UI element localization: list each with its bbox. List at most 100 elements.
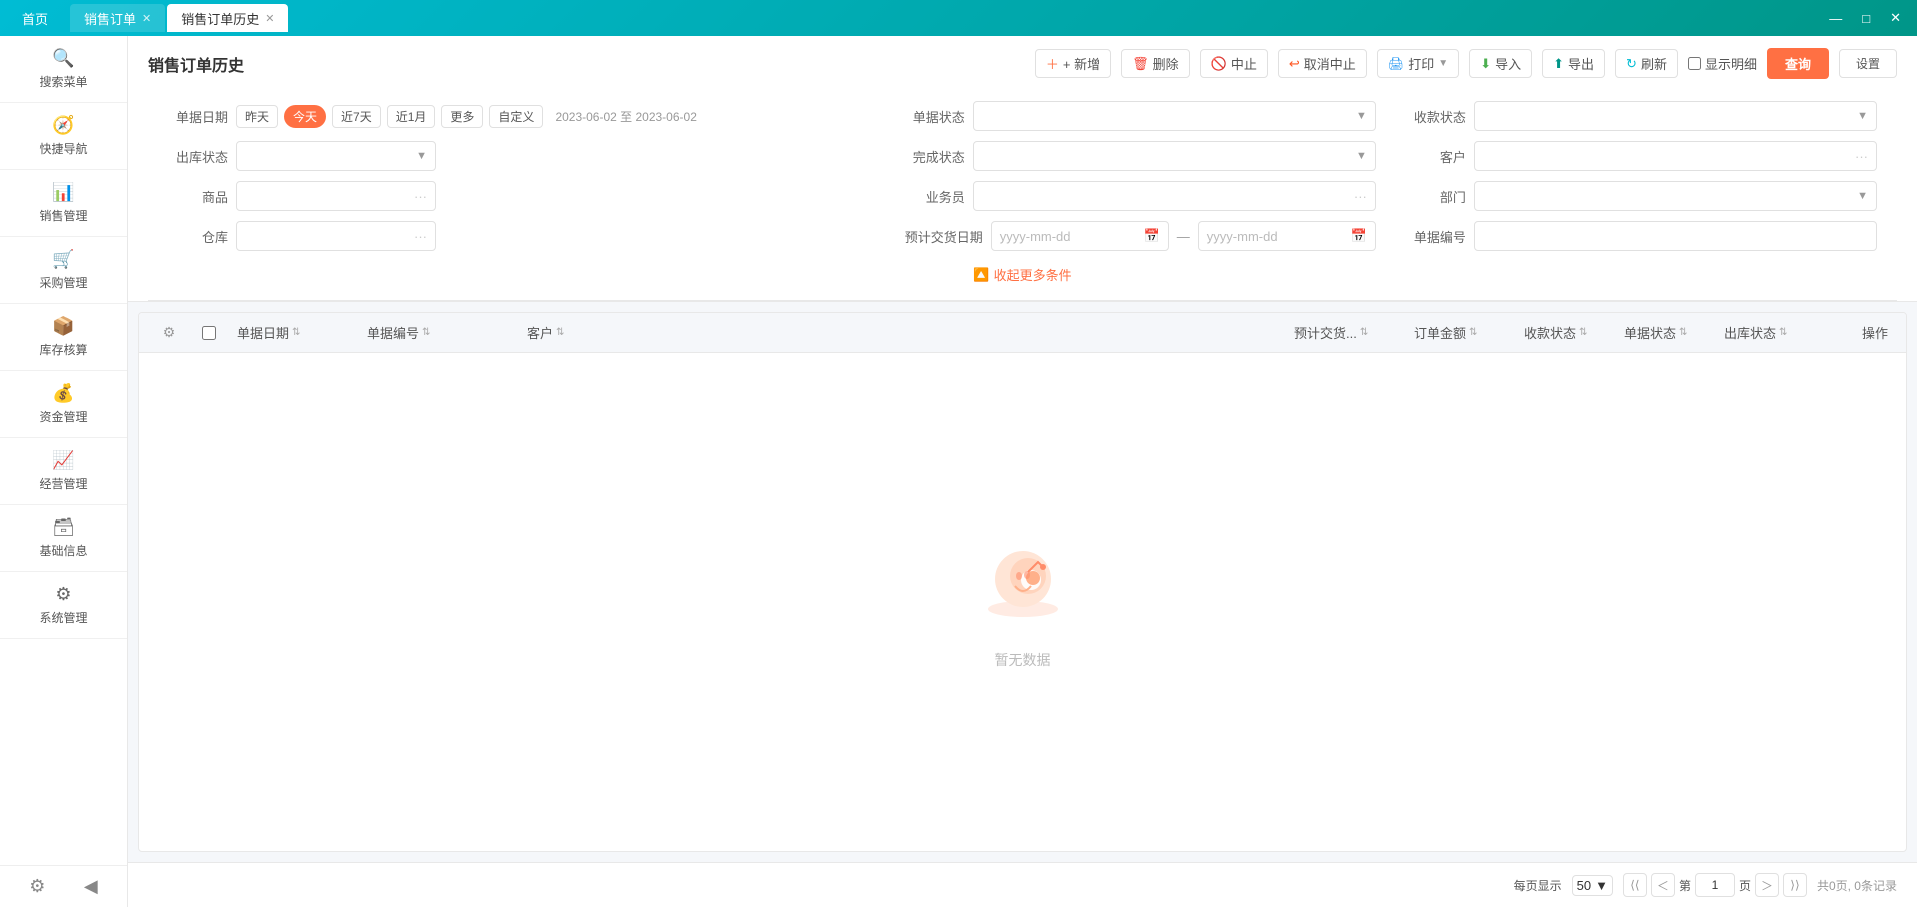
delivery-date-start[interactable]: yyyy-mm-dd 📅: [991, 221, 1169, 251]
salesman-control[interactable]: ···: [973, 181, 1376, 211]
doc-status-control[interactable]: ▼: [973, 101, 1376, 131]
col-outstatus-sort[interactable]: ⇅: [1779, 327, 1787, 338]
col-delivery-header[interactable]: 预计交货... ⇅: [1286, 323, 1406, 342]
col-amount-header[interactable]: 订单金额 ⇅: [1406, 323, 1516, 342]
sidebar-collapse-icon[interactable]: ◀: [84, 876, 98, 897]
date-btn-today[interactable]: 今天: [284, 105, 326, 128]
col-docstatus-header[interactable]: 单据状态 ⇅: [1616, 323, 1716, 342]
tab-sales-order-history[interactable]: 销售订单历史 ✕: [167, 4, 288, 32]
close-window-icon[interactable]: ✕: [1884, 10, 1907, 26]
date-btn-custom[interactable]: 自定义: [489, 105, 543, 128]
table-area: ⚙ 单据日期 ⇅ 单据编号 ⇅ 客户 ⇅ 预计交货...: [138, 312, 1907, 852]
complete-status-control[interactable]: ▼: [973, 141, 1376, 171]
sidebar-item-basic[interactable]: 🗃 基础信息: [0, 505, 127, 572]
warehouse-input[interactable]: ···: [236, 221, 436, 251]
print-dropdown-icon[interactable]: ▼: [1438, 58, 1448, 69]
empty-state-icon: [973, 534, 1073, 634]
date-btn-7days[interactable]: 近7天: [332, 105, 381, 128]
customer-input[interactable]: ···: [1474, 141, 1877, 171]
sidebar-item-system[interactable]: ⚙ 系统管理: [0, 572, 127, 639]
table-footer: 每页显示 50 ▼ ⟨⟨ ＜ 第 页 ＞ ⟩⟩ 共0页, 0条记录: [128, 862, 1917, 907]
last-page-btn[interactable]: ⟩⟩: [1783, 873, 1807, 897]
col-date-sort[interactable]: ⇅: [292, 327, 300, 338]
display-toggle[interactable]: 显示明细: [1688, 54, 1757, 73]
col-outstatus-header[interactable]: 出库状态 ⇅: [1716, 323, 1816, 342]
collapse-row[interactable]: 🔼 收起更多条件: [168, 261, 1877, 288]
sidebar-bottom: ⚙ ◀: [0, 865, 127, 907]
out-status-select[interactable]: ▼: [236, 141, 436, 171]
col-amount-sort[interactable]: ⇅: [1469, 327, 1477, 338]
complete-status-select[interactable]: ▼: [973, 141, 1376, 171]
maximize-icon[interactable]: □: [1856, 11, 1876, 26]
customer-control[interactable]: ···: [1474, 141, 1877, 171]
salesman-label: 业务员: [905, 187, 965, 206]
dept-select[interactable]: ▼: [1474, 181, 1877, 211]
delete-button[interactable]: 🗑 删除: [1121, 49, 1190, 78]
salesman-input[interactable]: ···: [973, 181, 1376, 211]
new-button[interactable]: ＋ + 新增: [1035, 49, 1111, 78]
doc-no-control[interactable]: [1474, 221, 1877, 251]
col-receipt-header[interactable]: 收款状态 ⇅: [1516, 323, 1616, 342]
col-docno-sort[interactable]: ⇅: [422, 327, 430, 338]
goods-control[interactable]: ···: [236, 181, 875, 211]
delivery-date-label: 预计交货日期: [905, 227, 983, 246]
calendar-end-icon[interactable]: 📅: [1351, 228, 1367, 244]
tab-sales-order-history-close[interactable]: ✕: [265, 12, 274, 25]
sidebar-item-quicknav[interactable]: 🧭 快捷导航: [0, 103, 127, 170]
settings-button[interactable]: 设置: [1839, 49, 1897, 78]
receipt-status-control[interactable]: ▼: [1474, 101, 1877, 131]
tab-sales-order[interactable]: 销售订单 ✕: [70, 4, 165, 32]
delivery-end-placeholder: yyyy-mm-dd: [1207, 229, 1278, 244]
home-tab[interactable]: 首页: [10, 4, 60, 32]
doc-status-select[interactable]: ▼: [973, 101, 1376, 131]
cancel-stop-button[interactable]: ↩ 取消中止: [1278, 49, 1367, 78]
prev-page-btn[interactable]: ＜: [1651, 873, 1675, 897]
col-docstatus-sort[interactable]: ⇅: [1679, 327, 1687, 338]
sidebar-item-finance[interactable]: 💰 资金管理: [0, 371, 127, 438]
warehouse-control[interactable]: ···: [236, 221, 875, 251]
collapse-label: 🔼 收起更多条件: [973, 265, 1071, 284]
first-page-btn[interactable]: ⟨⟨: [1623, 873, 1647, 897]
query-button[interactable]: 查询: [1767, 48, 1829, 79]
sidebar-item-purchase[interactable]: 🛒 采购管理: [0, 237, 127, 304]
tab-sales-order-close[interactable]: ✕: [142, 12, 151, 25]
refresh-button[interactable]: ↻ 刷新: [1615, 49, 1678, 78]
goods-input[interactable]: ···: [236, 181, 436, 211]
col-customer-header[interactable]: 客户 ⇅: [519, 323, 1286, 342]
date-btn-more[interactable]: 更多: [441, 105, 483, 128]
import-icon: ⬇: [1480, 56, 1491, 72]
sidebar-item-operations[interactable]: 📈 经营管理: [0, 438, 127, 505]
print-button[interactable]: 🖨 打印 ▼: [1377, 49, 1459, 78]
date-btn-1month[interactable]: 近1月: [387, 105, 436, 128]
col-docno-header[interactable]: 单据编号 ⇅: [359, 323, 519, 342]
page-number-input[interactable]: [1695, 873, 1735, 897]
dept-control[interactable]: ▼: [1474, 181, 1877, 211]
sidebar-item-search[interactable]: 🔍 搜索菜单: [0, 36, 127, 103]
settings-gear-icon[interactable]: ⚙: [163, 324, 176, 341]
next-page-btn[interactable]: ＞: [1755, 873, 1779, 897]
new-icon: ＋: [1046, 54, 1059, 73]
sidebar-settings-icon[interactable]: ⚙: [29, 876, 45, 897]
toolbar: ＋ + 新增 🗑 删除 🚫 中止 ↩ 取消中止: [1035, 48, 1897, 79]
col-receipt-sort[interactable]: ⇅: [1579, 327, 1587, 338]
stop-button[interactable]: 🚫 中止: [1200, 49, 1268, 78]
select-all-checkbox[interactable]: [202, 326, 216, 340]
sidebar-item-inventory[interactable]: 📦 库存核算: [0, 304, 127, 371]
page-label: 第: [1679, 877, 1691, 894]
delivery-date-end[interactable]: yyyy-mm-dd 📅: [1198, 221, 1376, 251]
sidebar-item-sales[interactable]: 📊 销售管理: [0, 170, 127, 237]
import-button[interactable]: ⬇ 导入: [1469, 49, 1532, 78]
calendar-start-icon[interactable]: 📅: [1144, 228, 1160, 244]
doc-no-input[interactable]: [1474, 221, 1877, 251]
col-settings[interactable]: ⚙: [149, 324, 189, 341]
col-customer-sort[interactable]: ⇅: [556, 327, 564, 338]
col-date-header[interactable]: 单据日期 ⇅: [229, 323, 359, 342]
page-size-select[interactable]: 50 ▼: [1572, 875, 1613, 896]
out-status-control[interactable]: ▼: [236, 141, 875, 171]
col-delivery-sort[interactable]: ⇅: [1360, 327, 1368, 338]
receipt-status-select[interactable]: ▼: [1474, 101, 1877, 131]
minimize-icon[interactable]: —: [1823, 11, 1848, 26]
display-toggle-checkbox[interactable]: [1688, 57, 1701, 70]
export-button[interactable]: ⬆ 导出: [1542, 49, 1605, 78]
date-btn-yesterday[interactable]: 昨天: [236, 105, 278, 128]
